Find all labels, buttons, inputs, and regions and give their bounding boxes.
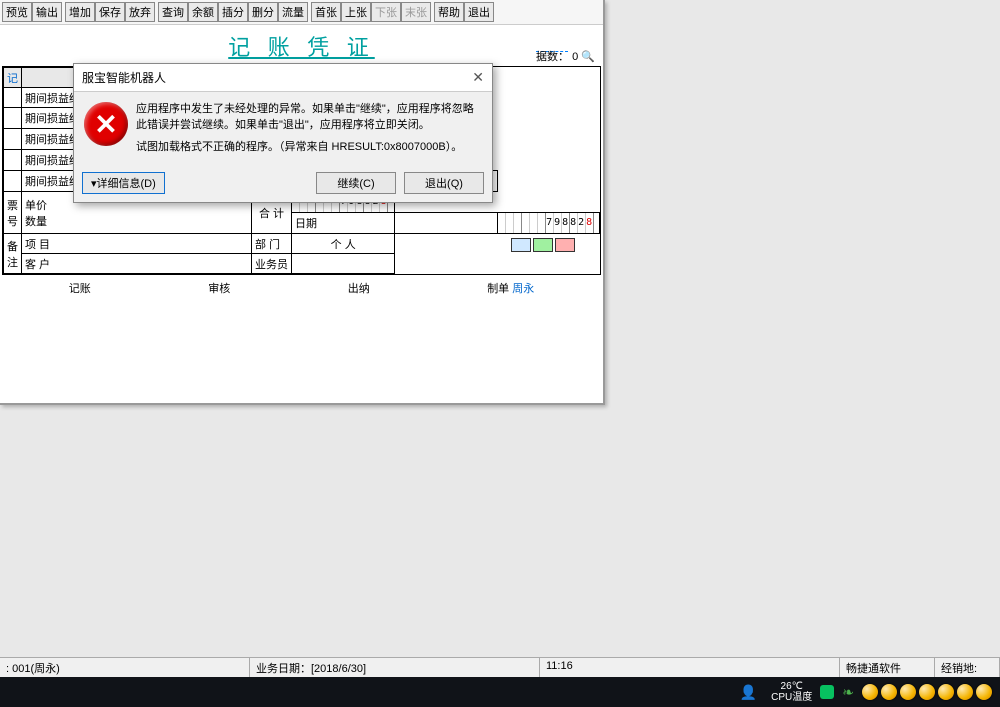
total-amount-right: 798828	[497, 213, 599, 234]
status-bar: : 001(周永) 业务日期：[2018/6/30] 11:16 畅捷通软件 经…	[0, 657, 1000, 677]
status-location: 经销地:	[935, 658, 1000, 677]
record-count: 0	[572, 51, 578, 63]
bill-label: 票号	[4, 192, 22, 234]
record-count-row: 据数： 0 🔍	[536, 48, 595, 64]
status-user: : 001(周永)	[0, 658, 250, 677]
sig-cashier: 出纳	[348, 280, 370, 296]
macro-buttons	[511, 238, 575, 252]
error-msg-1: 应用程序中发生了未经处理的异常。如果单击"继续"，应用程序将忽略此错误并尝试继续…	[136, 102, 482, 134]
signature-row: 记账 审核 出纳 制单 周永	[0, 277, 603, 299]
status-brand: 畅捷通软件	[840, 658, 935, 677]
toolbar-上张[interactable]: 上张	[341, 2, 371, 22]
toolbar-首张[interactable]: 首张	[311, 2, 341, 22]
toolbar: 预览输出增加保存放弃查询余额插分删分流量首张上张下张末张帮助退出	[0, 0, 603, 25]
toolbar-插分[interactable]: 插分	[218, 2, 248, 22]
title-row: 记 账 凭 证	[0, 25, 603, 64]
tray-icons	[862, 684, 992, 700]
toolbar-保存[interactable]: 保存	[95, 2, 125, 22]
error-msg-2: 试图加载格式不正确的程序。（异常来自 HRESULT:0x8007000B）。	[136, 140, 482, 156]
dialog-body: ✕ 应用程序中发生了未经处理的异常。如果单击"继续"，应用程序将忽略此错误并尝试…	[74, 92, 492, 166]
customer-label: 客 户	[22, 254, 252, 274]
toolbar-帮助[interactable]: 帮助	[434, 2, 464, 22]
toolbar-下张[interactable]: 下张	[371, 2, 401, 22]
toolbar-末张[interactable]: 末张	[401, 2, 431, 22]
macro-btn-3[interactable]	[555, 238, 575, 252]
qty-label: 数量	[25, 216, 47, 228]
tray-icon[interactable]	[976, 684, 992, 700]
person-label: 个 人	[292, 234, 395, 254]
tray-icon[interactable]	[900, 684, 916, 700]
tray-icon[interactable]	[862, 684, 878, 700]
record-count-label: 据数：	[536, 51, 569, 63]
toolbar-放弃[interactable]: 放弃	[125, 2, 155, 22]
leaf-icon[interactable]: ❧	[842, 684, 854, 701]
toolbar-查询[interactable]: 查询	[158, 2, 188, 22]
tray-icon[interactable]	[957, 684, 973, 700]
toolbar-流量[interactable]: 流量	[278, 2, 308, 22]
biz-label: 业务员	[252, 254, 292, 274]
toolbar-退出[interactable]: 退出	[464, 2, 494, 22]
tray-icon[interactable]	[919, 684, 935, 700]
voucher-title: 记 账 凭 证	[228, 35, 375, 60]
sig-bookkeeper: 记账	[69, 280, 91, 296]
toolbar-预览[interactable]: 预览	[2, 2, 32, 22]
tray-icon[interactable]	[938, 684, 954, 700]
macro-btn-2[interactable]	[533, 238, 553, 252]
tray-icon[interactable]	[881, 684, 897, 700]
status-date: 业务日期：[2018/6/30]	[250, 658, 540, 677]
toolbar-删分[interactable]: 删分	[248, 2, 278, 22]
error-text: 应用程序中发生了未经处理的异常。如果单击"继续"，应用程序将忽略此错误并尝试继续…	[136, 102, 482, 162]
sig-auditor: 审核	[208, 280, 230, 296]
zoom-icon[interactable]: 🔍	[581, 51, 595, 63]
dialog-title-text: 服宝智能机器人	[82, 69, 166, 86]
toolbar-增加[interactable]: 增加	[65, 2, 95, 22]
sig-maker-name: 周永	[512, 283, 534, 295]
wechat-icon[interactable]	[820, 685, 834, 699]
macro-btn-1[interactable]	[511, 238, 531, 252]
toolbar-余额[interactable]: 余额	[188, 2, 218, 22]
col-mark-head: 记	[4, 68, 22, 88]
continue-button[interactable]: 继续(C)	[316, 172, 396, 194]
dept-label: 部 门	[252, 234, 292, 254]
quit-button[interactable]: 退出(Q)	[404, 172, 484, 194]
project-label: 项 目	[22, 234, 252, 254]
taskbar-user-icon[interactable]: 👤	[740, 684, 757, 701]
remark-label: 备注	[4, 234, 22, 274]
details-button[interactable]: ▾详细信息(D)	[82, 172, 165, 194]
taskbar: 👤 26℃ CPU温度 ❧	[0, 677, 1000, 707]
sig-maker-label: 制单	[487, 283, 509, 295]
dialog-button-row: ▾详细信息(D) 继续(C) 退出(Q)	[74, 166, 492, 202]
dialog-titlebar[interactable]: 服宝智能机器人 ✕	[74, 64, 492, 92]
error-dialog: 服宝智能机器人 ✕ ✕ 应用程序中发生了未经处理的异常。如果单击"继续"，应用程…	[73, 63, 493, 203]
price-label: 单价	[25, 200, 47, 212]
taskbar-temperature[interactable]: 26℃ CPU温度	[771, 681, 812, 703]
date-label: 日期	[292, 213, 395, 234]
toolbar-输出[interactable]: 输出	[32, 2, 62, 22]
error-icon: ✕	[84, 102, 128, 146]
dialog-close-button[interactable]: ✕	[472, 69, 484, 86]
status-time: 11:16	[540, 658, 840, 677]
